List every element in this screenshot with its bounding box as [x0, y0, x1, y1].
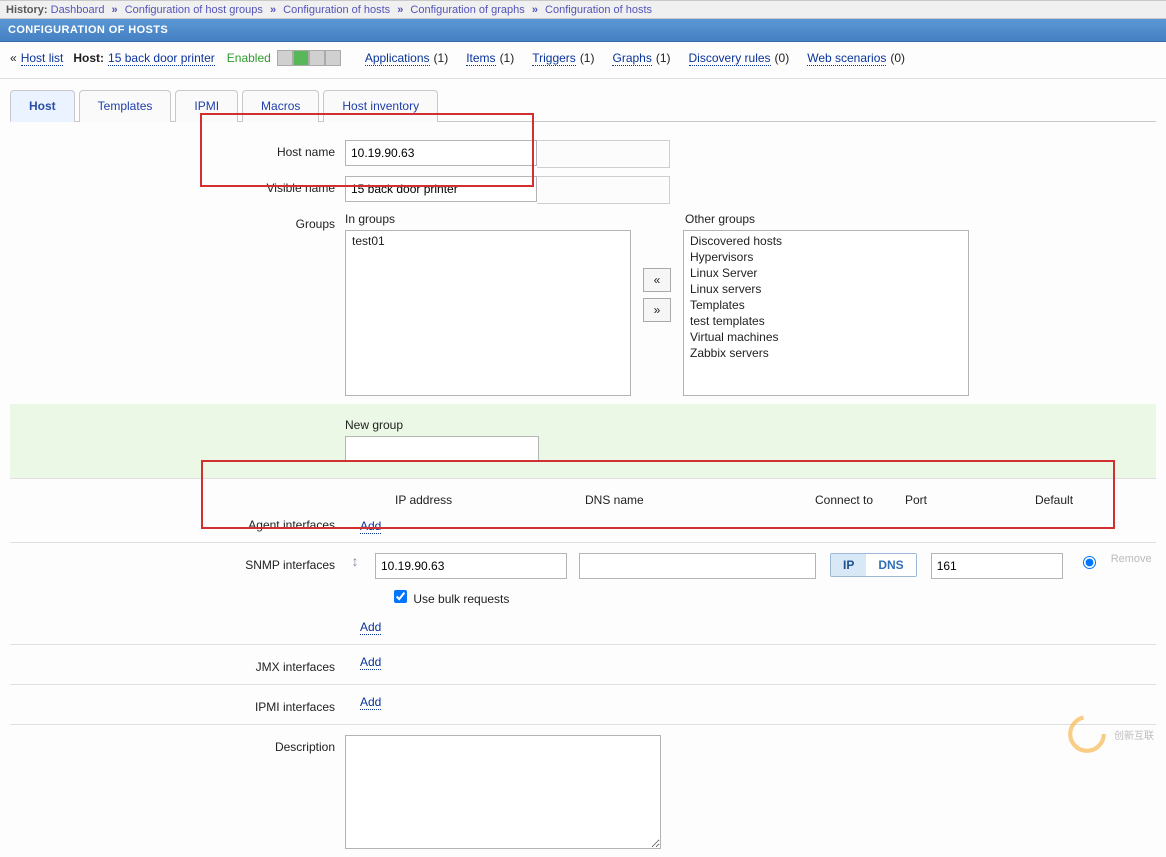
col-connect: Connect to: [815, 493, 905, 507]
snmp-availability-icon: [293, 50, 309, 66]
tab-host[interactable]: Host: [10, 90, 75, 122]
host-name-label: Host name: [10, 140, 345, 159]
bulk-requests-label: Use bulk requests: [413, 592, 509, 606]
host-name-link[interactable]: 15 back door printer: [108, 51, 215, 66]
new-group-label: New group: [345, 418, 539, 432]
ipmi-add-link[interactable]: Add: [360, 695, 381, 710]
list-item[interactable]: Discovered hosts: [686, 233, 966, 249]
other-groups-listbox[interactable]: Discovered hosts Hypervisors Linux Serve…: [683, 230, 969, 396]
agent-interfaces-label: Agent interfaces: [10, 513, 345, 532]
page-title: CONFIGURATION OF HOSTS: [0, 19, 1166, 42]
list-item[interactable]: test templates: [686, 313, 966, 329]
web-scenarios-count: (0): [890, 51, 905, 65]
snmp-interfaces-label: SNMP interfaces: [10, 553, 345, 572]
tab-host-inventory[interactable]: Host inventory: [323, 90, 438, 122]
list-item[interactable]: Zabbix servers: [686, 345, 966, 361]
items-count: (1): [500, 51, 515, 65]
jmx-add-link[interactable]: Add: [360, 655, 381, 670]
graphs-link[interactable]: Graphs: [612, 51, 651, 66]
host-label: Host:: [73, 51, 104, 65]
history-item[interactable]: Configuration of host groups: [125, 4, 263, 16]
connect-dns-option[interactable]: DNS: [866, 554, 915, 576]
col-dns: DNS name: [585, 493, 815, 507]
discovery-count: (0): [775, 51, 790, 65]
graphs-count: (1): [656, 51, 671, 65]
visible-name-label: Visible name: [10, 176, 345, 195]
triggers-link[interactable]: Triggers: [532, 51, 576, 66]
applications-count: (1): [434, 51, 449, 65]
history-item[interactable]: Configuration of hosts: [283, 4, 390, 16]
connect-to-toggle[interactable]: IP DNS: [830, 553, 917, 577]
availability-icons: [277, 50, 341, 66]
snmp-add-link[interactable]: Add: [360, 620, 381, 635]
applications-link[interactable]: Applications: [365, 51, 430, 66]
list-item[interactable]: Virtual machines: [686, 329, 966, 345]
new-group-input[interactable]: [345, 436, 539, 462]
visible-name-input[interactable]: [345, 176, 537, 202]
tab-templates[interactable]: Templates: [79, 90, 172, 122]
history-item[interactable]: Configuration of graphs: [410, 4, 524, 16]
snmp-remove-link: Remove: [1111, 553, 1152, 565]
jmx-availability-icon: [309, 50, 325, 66]
snmp-ip-input[interactable]: [375, 553, 567, 579]
description-label: Description: [10, 735, 345, 754]
list-item[interactable]: Linux Server: [686, 265, 966, 281]
host-name-input[interactable]: [345, 140, 537, 166]
host-toolbar: « Host list Host: 15 back door printer E…: [0, 42, 1166, 79]
host-list-link[interactable]: Host list: [21, 51, 64, 66]
other-groups-label: Other groups: [683, 212, 969, 226]
description-textarea[interactable]: [345, 735, 661, 849]
web-scenarios-link[interactable]: Web scenarios: [807, 51, 886, 66]
tab-ipmi[interactable]: IPMI: [175, 90, 238, 122]
snmp-port-input[interactable]: [931, 553, 1063, 579]
triggers-count: (1): [580, 51, 595, 65]
ipmi-availability-icon: [325, 50, 341, 66]
move-right-button[interactable]: »: [643, 298, 671, 322]
watermark-logo: 创新互联: [1066, 713, 1154, 755]
jmx-interfaces-label: JMX interfaces: [10, 655, 345, 674]
history-item[interactable]: Dashboard: [51, 4, 105, 16]
history-item[interactable]: Configuration of hosts: [545, 4, 652, 16]
list-item[interactable]: Templates: [686, 297, 966, 313]
chevron-right-icon: »: [397, 4, 403, 16]
items-link[interactable]: Items: [466, 51, 495, 66]
list-item[interactable]: Hypervisors: [686, 249, 966, 265]
in-groups-label: In groups: [345, 212, 631, 226]
ipmi-interfaces-label: IPMI interfaces: [10, 695, 345, 714]
tab-macros[interactable]: Macros: [242, 90, 319, 122]
list-item[interactable]: Linux servers: [686, 281, 966, 297]
back-arrow-icon[interactable]: «: [10, 51, 17, 65]
chevron-right-icon: »: [112, 4, 118, 16]
snmp-default-radio[interactable]: [1083, 556, 1096, 569]
col-ip: IP address: [395, 493, 585, 507]
drag-handle-icon[interactable]: ↕: [345, 553, 365, 569]
tab-strip: Host Templates IPMI Macros Host inventor…: [0, 79, 1166, 849]
status-enabled[interactable]: Enabled: [227, 51, 271, 65]
agent-add-link[interactable]: Add: [360, 519, 381, 534]
connect-ip-option[interactable]: IP: [831, 554, 866, 576]
move-left-button[interactable]: «: [643, 268, 671, 292]
chevron-right-icon: »: [270, 4, 276, 16]
col-port: Port: [905, 493, 1035, 507]
history-label: History:: [6, 4, 48, 16]
chevron-right-icon: »: [532, 4, 538, 16]
discovery-link[interactable]: Discovery rules: [689, 51, 771, 66]
bulk-requests-checkbox[interactable]: [394, 590, 407, 603]
in-groups-listbox[interactable]: test01: [345, 230, 631, 396]
groups-label: Groups: [10, 212, 345, 231]
list-item[interactable]: test01: [348, 233, 628, 249]
snmp-dns-input[interactable]: [579, 553, 816, 579]
breadcrumb: History: Dashboard » Configuration of ho…: [0, 0, 1166, 19]
zbx-availability-icon: [277, 50, 293, 66]
col-default: Default: [1035, 493, 1073, 507]
